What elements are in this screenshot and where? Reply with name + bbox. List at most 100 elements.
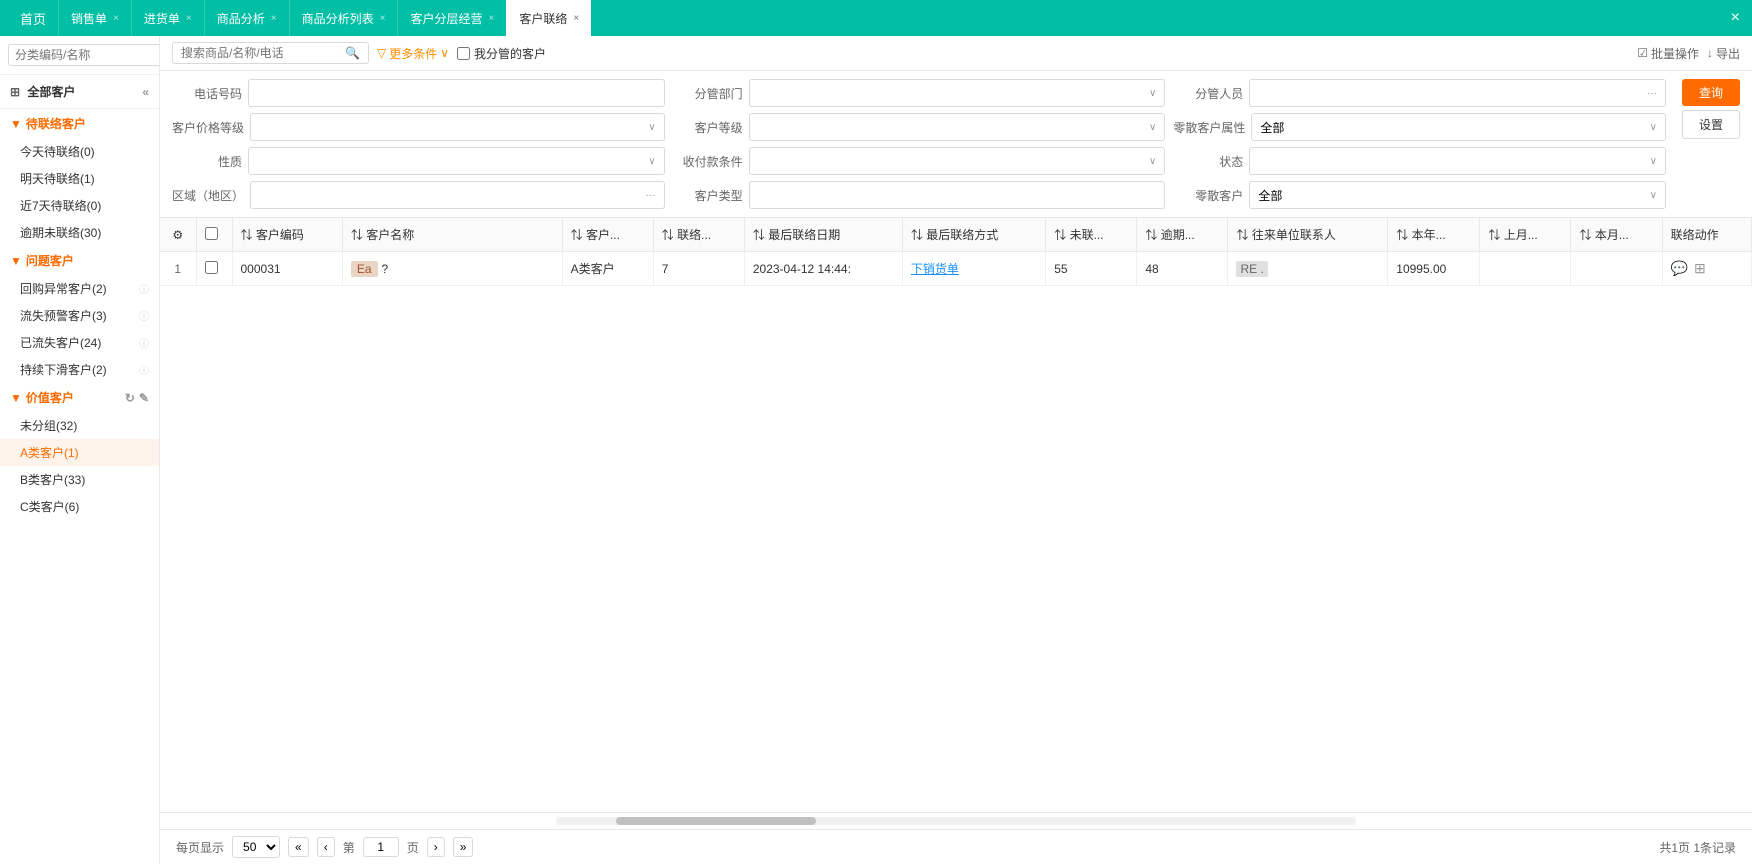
scroll-thumb[interactable] <box>616 817 816 825</box>
page-size-select[interactable]: 50 <box>232 836 280 858</box>
col-code[interactable]: ⇅ 客户编码 <box>232 218 342 252</box>
query-button[interactable]: 查询 <box>1682 79 1740 106</box>
select-all-checkbox[interactable] <box>205 227 218 240</box>
price-level-field: 客户价格等级 ∨ <box>172 113 665 141</box>
sidebar-item-class-a[interactable]: A类客户(1) <box>0 439 159 466</box>
close-tab-purchase[interactable]: × <box>186 13 192 24</box>
qr-icon[interactable]: ⊞ <box>1694 260 1706 277</box>
sidebar-item-today[interactable]: 今天待联络(0) <box>0 138 159 165</box>
nav-tab-purchase[interactable]: 进货单 × <box>131 0 204 36</box>
nav-tab-analysis[interactable]: 商品分析 × <box>204 0 289 36</box>
batch-operation-btn[interactable]: ☑ 批量操作 <box>1637 45 1699 62</box>
phone-input[interactable] <box>248 79 665 107</box>
retail-customer-select[interactable]: 全部∨ <box>1249 181 1666 209</box>
sidebar-item-7days[interactable]: 近7天待联络(0) <box>0 192 159 219</box>
prev-btn[interactable]: ‹ <box>317 837 335 857</box>
col-this-year[interactable]: ⇅ 本年... <box>1388 218 1480 252</box>
edit-icon[interactable]: ✎ <box>139 391 149 405</box>
col-contact-count[interactable]: ⇅ 联络... <box>653 218 744 252</box>
sidebar-item-churn-warn[interactable]: 流失预警客户(3) ⓘ <box>0 302 159 329</box>
sidebar-item-ungrouped[interactable]: 未分组(32) <box>0 412 159 439</box>
col-contact-person[interactable]: ⇅ 往来单位联系人 <box>1228 218 1388 252</box>
search-icon[interactable]: 🔍 <box>345 46 360 60</box>
sidebar-group-pending[interactable]: ▼ 待联络客户 <box>0 109 159 138</box>
col-last-month[interactable]: ⇅ 上月... <box>1480 218 1571 252</box>
manager-input[interactable]: ··· <box>1249 79 1666 107</box>
sidebar-item-tomorrow[interactable]: 明天待联络(1) <box>0 165 159 192</box>
help-icon-churned: ⓘ <box>139 335 149 350</box>
row-checkbox-cell[interactable] <box>196 252 232 286</box>
sidebar-item-overdue[interactable]: 逾期未联络(30) <box>0 219 159 246</box>
nature-label: 性质 <box>172 153 242 170</box>
close-tab-customer-contact[interactable]: × <box>573 13 579 24</box>
next-group-btn[interactable]: » <box>453 837 474 857</box>
row-code[interactable]: 000031 <box>232 252 342 286</box>
customer-level-label: 客户等级 <box>673 119 743 136</box>
row-checkbox[interactable] <box>205 261 218 274</box>
row-level: A类客户 <box>562 252 653 286</box>
nav-tab-sales[interactable]: 销售单 × <box>58 0 131 36</box>
page-label: 第 <box>343 839 355 856</box>
page-input[interactable] <box>363 837 399 857</box>
my-customers-filter: 我分管的客户 <box>457 45 546 62</box>
dept-select[interactable]: ∨ <box>749 79 1166 107</box>
close-tab-analysis-list[interactable]: × <box>380 13 386 24</box>
chat-icon[interactable]: 💬 <box>1671 260 1688 277</box>
col-last-date[interactable]: ⇅ 最后联络日期 <box>744 218 902 252</box>
sidebar-item-declining[interactable]: 持续下滑客户(2) ⓘ <box>0 356 159 383</box>
prev-group-btn[interactable]: « <box>288 837 309 857</box>
sidebar-item-class-b[interactable]: B类客户(33) <box>0 466 159 493</box>
region-input[interactable]: ··· <box>250 181 665 209</box>
nav-tab-customer-segment[interactable]: 客户分层经营 × <box>397 0 506 36</box>
customer-type-input[interactable] <box>749 181 1166 209</box>
row-last-method[interactable]: 下销货单 <box>902 252 1045 286</box>
gear-icon[interactable]: ⚙ <box>172 228 183 242</box>
col-checkbox[interactable] <box>196 218 232 252</box>
close-tab-sales[interactable]: × <box>113 13 119 24</box>
export-btn[interactable]: ↓ 导出 <box>1707 45 1740 62</box>
sidebar-item-churned[interactable]: 已流失客户(24) ⓘ <box>0 329 159 356</box>
nav-home[interactable]: 首页 <box>8 9 58 28</box>
col-name[interactable]: ⇅ 客户名称 <box>342 218 562 252</box>
col-level[interactable]: ⇅ 客户... <box>562 218 653 252</box>
sidebar-item-class-c[interactable]: C类客户(6) <box>0 493 159 520</box>
col-not-contacted[interactable]: ⇅ 未联... <box>1046 218 1137 252</box>
close-all-tabs[interactable]: × <box>1727 5 1744 31</box>
sidebar-group-value[interactable]: ▼ 价值客户 ↻ ✎ <box>0 383 159 412</box>
price-level-select[interactable]: ∨ <box>250 113 665 141</box>
dots-manager: ··· <box>1647 88 1657 99</box>
sidebar-item-abnormal[interactable]: 回购异常客户(2) ⓘ <box>0 275 159 302</box>
top-nav: 首页 销售单 × 进货单 × 商品分析 × 商品分析列表 × 客户分层经营 × … <box>0 0 1752 36</box>
col-this-month[interactable]: ⇅ 本月... <box>1571 218 1662 252</box>
dept-field: 分管部门 ∨ <box>673 79 1166 107</box>
close-tab-customer-segment[interactable]: × <box>488 13 494 24</box>
search-input[interactable] <box>181 46 341 60</box>
my-customers-checkbox[interactable] <box>457 47 470 60</box>
sidebar-collapse-icon[interactable]: « <box>142 85 149 99</box>
horizontal-scrollbar[interactable] <box>160 812 1752 829</box>
col-last-method[interactable]: ⇅ 最后联络方式 <box>902 218 1045 252</box>
customer-level-select[interactable]: ∨ <box>749 113 1166 141</box>
filter-row-3: 性质 ∨ 收付款条件 ∨ 状态 <box>172 147 1666 175</box>
nav-tab-customer-contact[interactable]: 客户联络 × <box>506 0 591 36</box>
sidebar-all-customers[interactable]: ⊞ 全部客户 « <box>0 75 159 109</box>
close-tab-analysis[interactable]: × <box>271 13 277 24</box>
sidebar-search-input[interactable] <box>8 44 160 66</box>
next-btn[interactable]: › <box>427 837 445 857</box>
status-select[interactable]: ∨ <box>1249 147 1666 175</box>
scroll-track <box>556 817 1356 825</box>
col-settings[interactable]: ⚙ <box>160 218 196 252</box>
nav-tab-analysis-list[interactable]: 商品分析列表 × <box>289 0 398 36</box>
last-method-link[interactable]: 下销货单 <box>911 262 959 276</box>
nature-select[interactable]: ∨ <box>248 147 665 175</box>
more-conditions-btn[interactable]: ▽ 更多条件 ∨ <box>377 45 449 62</box>
retail-attr-select[interactable]: 全部∨ <box>1251 113 1666 141</box>
filter-icon: ▽ <box>377 46 386 60</box>
status-field: 状态 ∨ <box>1173 147 1666 175</box>
settings-button[interactable]: 设置 <box>1682 110 1740 139</box>
payment-select[interactable]: ∨ <box>749 147 1166 175</box>
col-overdue[interactable]: ⇅ 逾期... <box>1137 218 1228 252</box>
refresh-icon[interactable]: ↻ <box>125 391 135 405</box>
chevron-retail: ∨ <box>1650 190 1657 201</box>
sidebar-group-problem[interactable]: ▼ 问题客户 <box>0 246 159 275</box>
